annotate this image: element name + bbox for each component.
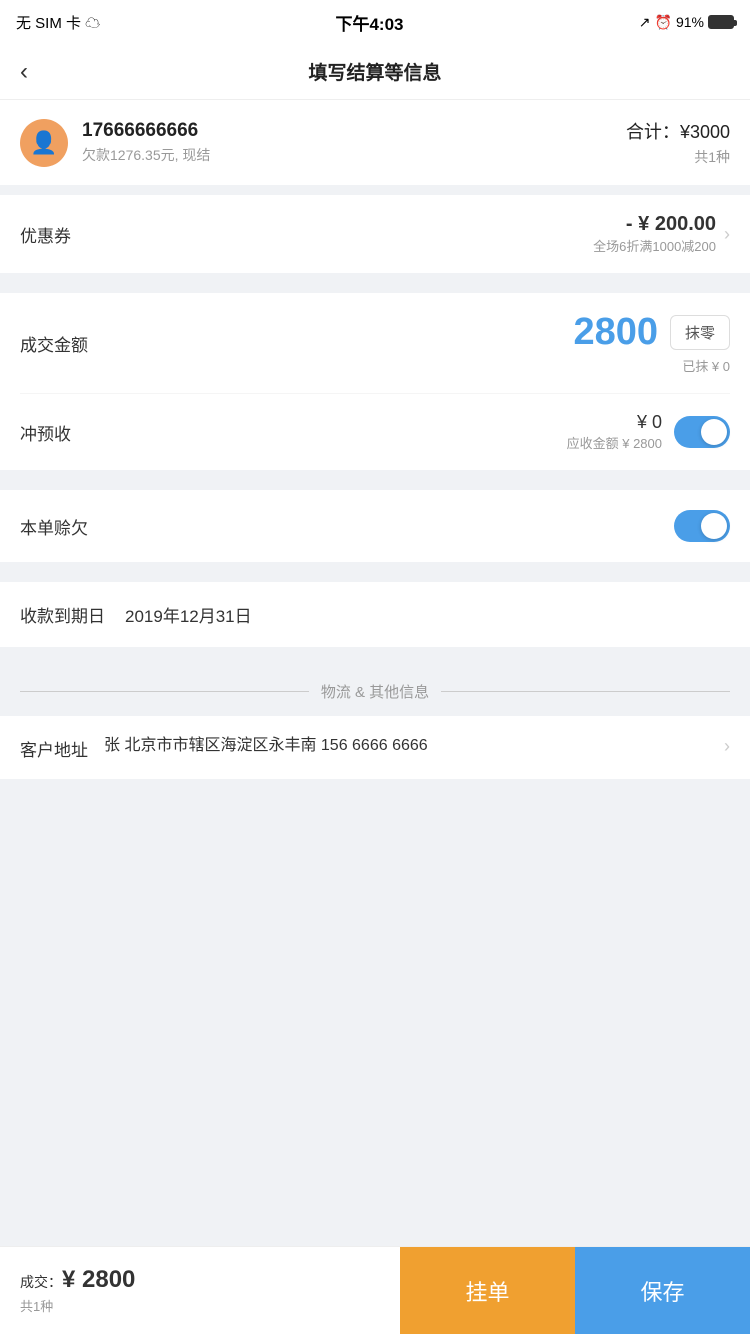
- logistics-line-left: [20, 691, 309, 692]
- due-date-value: 2019年12月31日: [125, 602, 252, 627]
- bottom-bar: 成交：¥ 2800 共1种 挂单 保存: [0, 1246, 750, 1334]
- chong-toggle[interactable]: [674, 416, 730, 448]
- chong-amount: ¥ 0: [567, 412, 662, 433]
- chong-label: 冲预收: [20, 420, 71, 445]
- address-label: 客户地址: [20, 734, 92, 761]
- coupon-right: - ¥ 200.00 全场6折满1000减200 ›: [593, 213, 730, 255]
- due-date-label: 收款到期日: [20, 602, 105, 627]
- debt-label: 本单赊欠: [20, 514, 88, 539]
- user-sub: 欠款1276.35元, 现结: [82, 145, 210, 165]
- user-card: 👤 17666666666 欠款1276.35元, 现结 合计：¥3000 共1…: [0, 100, 750, 185]
- main-content: 👤 17666666666 欠款1276.35元, 现结 合计：¥3000 共1…: [0, 100, 750, 1039]
- chong-right: ¥ 0 应收金额 ¥ 2800: [567, 412, 730, 452]
- address-chevron-icon: ›: [724, 734, 730, 757]
- address-row[interactable]: 客户地址 张 北京市市辖区海淀区永丰南 156 6666 6666 ›: [0, 716, 750, 779]
- coupon-row[interactable]: 优惠券 - ¥ 200.00 全场6折满1000减200 ›: [0, 195, 750, 273]
- item-count: 共1种: [626, 147, 730, 167]
- hold-button[interactable]: 挂单: [400, 1247, 575, 1334]
- debt-toggle-knob: [701, 513, 727, 539]
- status-bar: 无 SIM 卡 ☁ 下午4:03 ↗ ⏰ 91%: [0, 0, 750, 44]
- bottom-info: 成交：¥ 2800 共1种: [0, 1266, 400, 1315]
- toggle-knob: [701, 419, 727, 445]
- section-divider-4: [0, 657, 750, 667]
- battery-percent: 91%: [676, 14, 704, 30]
- debt-toggle[interactable]: [674, 510, 730, 542]
- gray-filler: [0, 779, 750, 939]
- total-amount: 合计：¥3000: [626, 118, 730, 144]
- location-icon: ↗: [639, 14, 651, 31]
- status-right: ↗ ⏰ 91%: [639, 14, 734, 31]
- status-left: 无 SIM 卡 ☁: [16, 12, 100, 33]
- page-title: 填写结算等信息: [308, 58, 441, 85]
- deal-amount-label: 成交金额: [20, 331, 100, 356]
- alarm-icon: ⏰: [655, 14, 672, 31]
- avatar: 👤: [20, 119, 68, 167]
- section-divider-3: [0, 572, 750, 582]
- coupon-label: 优惠券: [20, 222, 71, 247]
- chong-amount-area: ¥ 0 应收金额 ¥ 2800: [567, 412, 662, 452]
- battery-icon: [708, 15, 734, 29]
- logistics-header: 物流 & 其他信息: [0, 667, 750, 716]
- chevron-right-icon: ›: [724, 224, 730, 245]
- coupon-discount: - ¥ 200.00 全场6折满1000减200: [593, 213, 716, 255]
- logistics-line-right: [441, 691, 730, 692]
- total-value: ¥3000: [680, 122, 730, 142]
- chong-row: 冲预收 ¥ 0 应收金额 ¥ 2800: [20, 394, 730, 470]
- section-divider-2: [0, 480, 750, 490]
- coupon-desc: 全场6折满1000减200: [593, 236, 716, 255]
- deal-label-text: 成交：: [20, 1274, 62, 1290]
- save-button[interactable]: 保存: [575, 1247, 750, 1334]
- coupon-amount: - ¥ 200.00: [593, 213, 716, 236]
- chong-sub: 应收金额 ¥ 2800: [567, 433, 662, 452]
- deal-amount-row: 成交金额 2800 抹零 已抹 ¥ 0: [20, 293, 730, 394]
- status-time: 下午4:03: [335, 10, 403, 35]
- user-info: 17666666666 欠款1276.35元, 现结: [82, 120, 210, 165]
- user-total: 合计：¥3000 共1种: [626, 118, 730, 167]
- signal-text: 无 SIM 卡 ☁: [16, 12, 100, 33]
- deal-amount-value-area: 2800 抹零: [573, 311, 730, 354]
- user-info-left: 👤 17666666666 欠款1276.35元, 现结: [20, 119, 210, 167]
- deal-amount-text: ¥ 2800: [62, 1266, 135, 1293]
- total-label: 合计：: [626, 122, 680, 142]
- bottom-deal-label: 成交：¥ 2800: [20, 1266, 380, 1294]
- deal-amount-section: 成交金额 2800 抹零 已抹 ¥ 0 冲预收 ¥ 0 应收金额 ¥ 2800: [0, 293, 750, 470]
- deal-amount-sub: 已抹 ¥ 0: [682, 356, 730, 375]
- user-phone: 17666666666: [82, 120, 210, 142]
- round-button[interactable]: 抹零: [670, 315, 730, 350]
- bottom-count: 共1种: [20, 1296, 380, 1315]
- logistics-label: 物流 & 其他信息: [321, 681, 429, 702]
- deal-amount-value: 2800: [573, 311, 658, 354]
- section-divider-1: [0, 283, 750, 293]
- back-button[interactable]: ‹: [12, 50, 36, 94]
- address-value: 张 北京市市辖区海淀区永丰南 156 6666 6666: [104, 734, 712, 758]
- due-date-row: 收款到期日 2019年12月31日: [0, 582, 750, 647]
- debt-row: 本单赊欠: [0, 490, 750, 562]
- nav-bar: ‹ 填写结算等信息: [0, 44, 750, 100]
